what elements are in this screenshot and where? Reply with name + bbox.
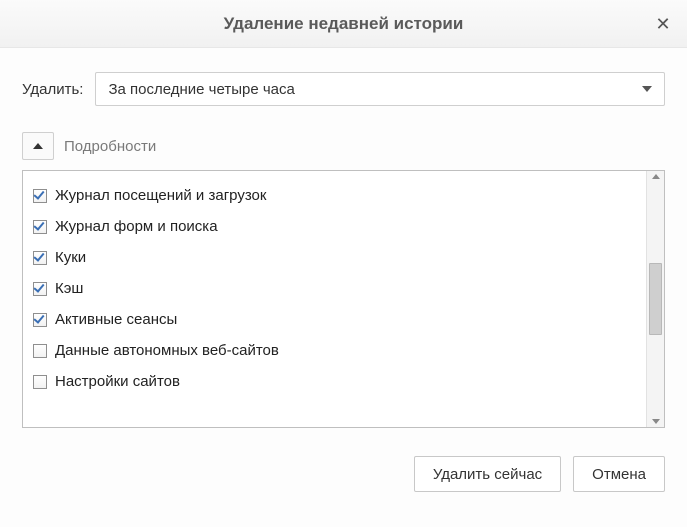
list-item: Настройки сайтов bbox=[33, 367, 640, 398]
timerange-label: Удалить: bbox=[22, 81, 83, 98]
list-item: Кэш bbox=[33, 274, 640, 305]
checkbox-label[interactable]: Кэш bbox=[55, 280, 83, 297]
scrollbar-thumb[interactable] bbox=[649, 263, 662, 335]
checkbox-label[interactable]: Данные автономных веб-сайтов bbox=[55, 342, 279, 359]
close-icon: ✕ bbox=[655, 15, 670, 33]
list-item: Куки bbox=[33, 243, 640, 274]
details-listbox: Журнал посещений и загрузок Журнал форм и… bbox=[22, 170, 665, 428]
checkbox-label[interactable]: Журнал форм и поиска bbox=[55, 218, 218, 235]
dialog-footer: Удалить сейчас Отмена bbox=[0, 442, 687, 502]
scrollbar[interactable] bbox=[646, 171, 664, 427]
list-item: Активные сеансы bbox=[33, 305, 640, 336]
chevron-up-icon bbox=[33, 143, 43, 149]
details-toggle-button[interactable] bbox=[22, 132, 54, 160]
checkbox[interactable] bbox=[33, 251, 47, 265]
checkbox-label[interactable]: Настройки сайтов bbox=[55, 373, 180, 390]
list-item: Журнал посещений и загрузок bbox=[33, 181, 640, 212]
checkbox[interactable] bbox=[33, 344, 47, 358]
checkbox-label[interactable]: Куки bbox=[55, 249, 86, 266]
caret-down-icon bbox=[642, 86, 652, 92]
scrollbar-track[interactable] bbox=[647, 181, 664, 417]
close-button[interactable]: ✕ bbox=[653, 14, 673, 34]
checkbox[interactable] bbox=[33, 282, 47, 296]
timerange-value: За последние четыре часа bbox=[108, 81, 294, 98]
dialog-title: Удаление недавней истории bbox=[224, 14, 464, 34]
dialog-content: Удалить: За последние четыре часа Подроб… bbox=[0, 48, 687, 442]
details-list: Журнал посещений и загрузок Журнал форм и… bbox=[23, 171, 646, 427]
list-item: Данные автономных веб-сайтов bbox=[33, 336, 640, 367]
timerange-select[interactable]: За последние четыре часа bbox=[95, 72, 665, 106]
checkbox-label[interactable]: Активные сеансы bbox=[55, 311, 177, 328]
checkbox[interactable] bbox=[33, 375, 47, 389]
checkbox[interactable] bbox=[33, 189, 47, 203]
checkbox-label[interactable]: Журнал посещений и загрузок bbox=[55, 187, 266, 204]
list-item: Журнал форм и поиска bbox=[33, 212, 640, 243]
checkbox[interactable] bbox=[33, 313, 47, 327]
checkbox[interactable] bbox=[33, 220, 47, 234]
details-label: Подробности bbox=[64, 138, 156, 155]
timerange-row: Удалить: За последние четыре часа bbox=[22, 72, 665, 106]
cancel-button[interactable]: Отмена bbox=[573, 456, 665, 492]
scroll-down-icon[interactable] bbox=[652, 419, 660, 424]
title-bar: Удаление недавней истории ✕ bbox=[0, 0, 687, 48]
clear-now-button[interactable]: Удалить сейчас bbox=[414, 456, 561, 492]
details-toggle-row: Подробности bbox=[22, 132, 665, 160]
scroll-up-icon[interactable] bbox=[652, 174, 660, 179]
